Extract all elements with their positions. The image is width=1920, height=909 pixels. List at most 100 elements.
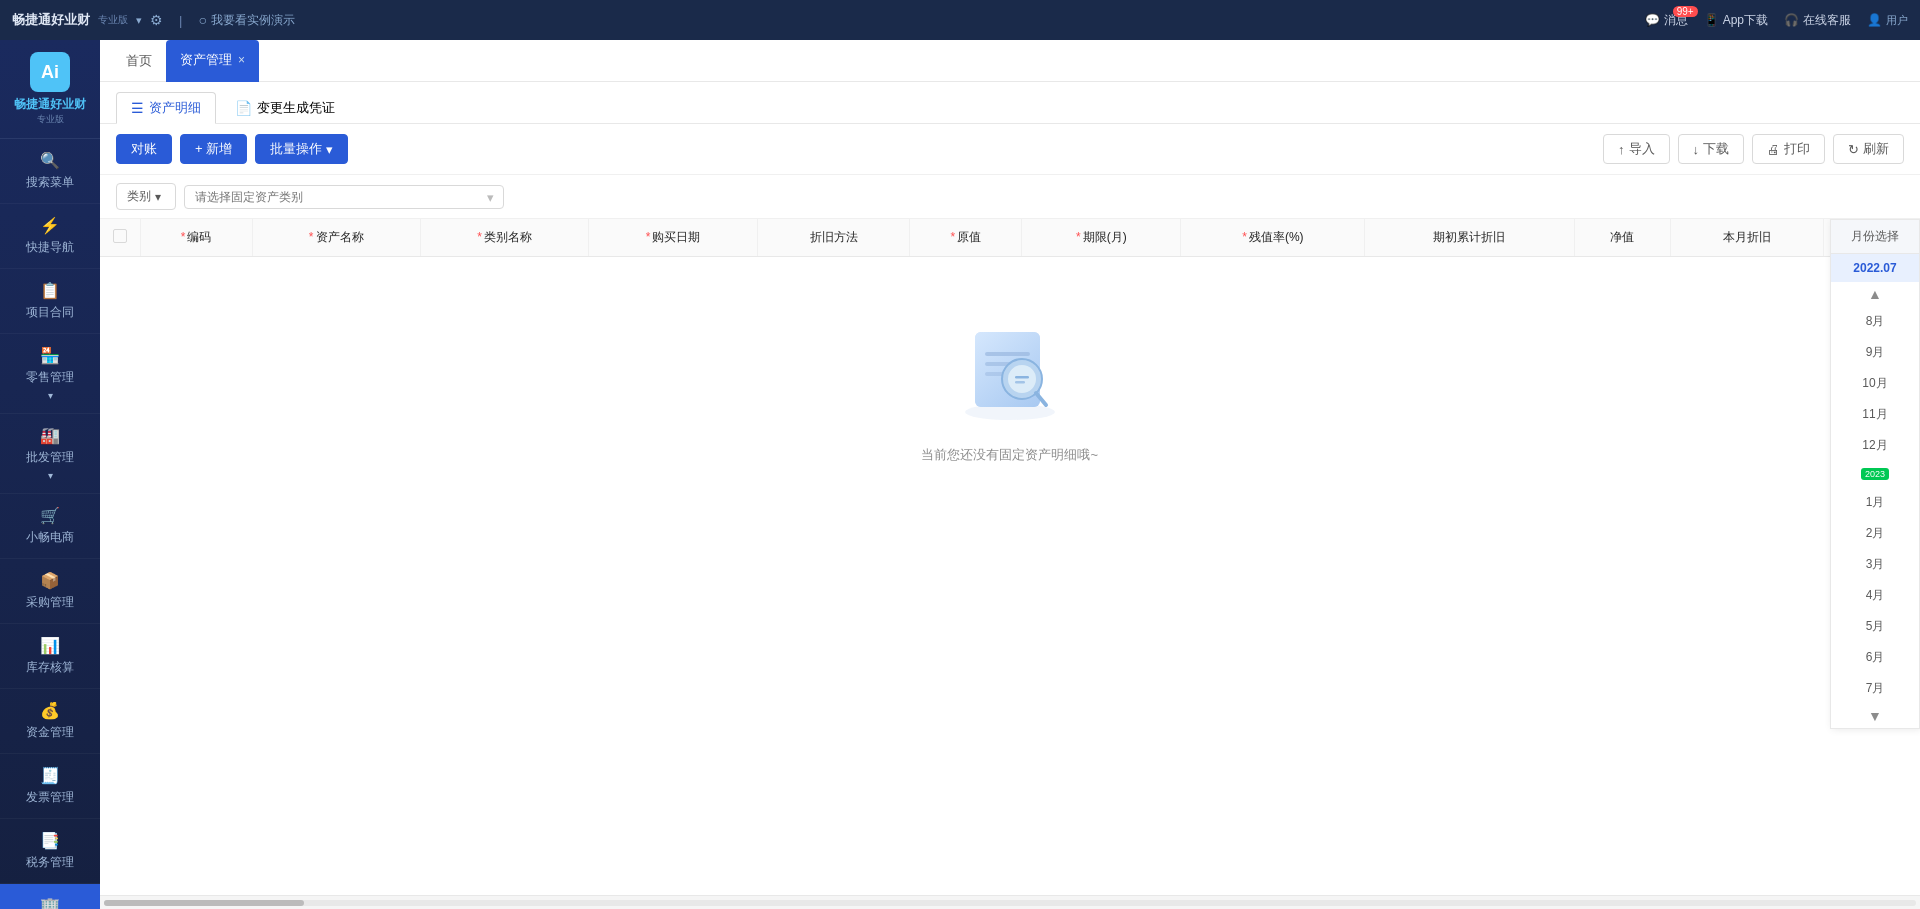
sidebar-item-project[interactable]: 📋 项目合同 xyxy=(0,269,100,334)
batch-ops-button[interactable]: 批量操作 ▾ xyxy=(255,134,348,164)
sidebar-item-tax[interactable]: 📑 税务管理 xyxy=(0,819,100,884)
tab-home-label: 首页 xyxy=(126,52,152,70)
sidebar-item-inventory[interactable]: 📊 库存核算 xyxy=(0,624,100,689)
sidebar-item-invoice[interactable]: 🧾 发票管理 xyxy=(0,754,100,819)
purchase-icon: 📦 xyxy=(40,571,60,590)
demo-link[interactable]: ○ 我要看实例演示 xyxy=(198,12,294,29)
month-item-8[interactable]: 8月 xyxy=(1831,306,1919,337)
month-item-3[interactable]: 3月 xyxy=(1831,549,1919,580)
category-filter-type[interactable]: 类别 ▾ xyxy=(116,183,176,210)
month-picker-header: 月份选择 xyxy=(1831,220,1919,254)
sub-tab-change-voucher[interactable]: 📄 变更生成凭证 xyxy=(220,92,350,123)
col-net-val-label: 净值 xyxy=(1610,230,1634,244)
online-service-button[interactable]: 🎧 在线客服 xyxy=(1784,12,1851,29)
sidebar-item-purchase[interactable]: 📦 采购管理 xyxy=(0,559,100,624)
month-scroll-up-button[interactable]: ▲ xyxy=(1831,282,1919,306)
wholesale-arrow-icon: ▾ xyxy=(48,470,53,481)
app-download-label: App下载 xyxy=(1723,12,1768,29)
month-picker-panel: 月份选择 2022.07 ▲ 8月 9月 10月 11月 12月 2023 1月… xyxy=(1830,219,1920,729)
month-item-year-badge: 2023 xyxy=(1831,461,1919,487)
change-voucher-label: 变更生成凭证 xyxy=(257,99,335,117)
sidebar-item-finance[interactable]: 💰 资金管理 xyxy=(0,689,100,754)
month-item-2[interactable]: 2月 xyxy=(1831,518,1919,549)
invoice-label: 发票管理 xyxy=(26,789,74,806)
top-bar-right: 💬 消息 99+ 📱 App下载 🎧 在线客服 👤 用户 xyxy=(1645,12,1908,29)
user-icon: 👤 xyxy=(1867,13,1882,27)
print-button[interactable]: 🖨 打印 xyxy=(1752,134,1825,164)
col-code-label: 编码 xyxy=(187,230,211,244)
tax-label: 税务管理 xyxy=(26,854,74,871)
filter-type-arrow: ▾ xyxy=(155,190,161,204)
svg-rect-10 xyxy=(1015,381,1025,384)
sub-tab-asset-detail[interactable]: ☰ 资产明细 xyxy=(116,92,216,124)
retail-arrow-icon: ▾ xyxy=(48,390,53,401)
tab-asset-mgmt[interactable]: 资产管理 × xyxy=(166,40,259,82)
tab-home[interactable]: 首页 xyxy=(112,40,166,82)
sidebar-item-retail[interactable]: 🏪 零售管理 ▾ xyxy=(0,334,100,414)
month-item-10[interactable]: 10月 xyxy=(1831,368,1919,399)
search-menu-label: 搜索菜单 xyxy=(26,174,74,191)
inventory-icon: 📊 xyxy=(40,636,60,655)
main-content: *编码 *资产名称 *类别名称 *购买日期 折旧方法 *原值 *期限(月) *残… xyxy=(100,219,1920,909)
settings-icon[interactable]: ⚙ xyxy=(150,12,163,28)
retail-label: 零售管理 xyxy=(26,369,74,386)
download-button[interactable]: ↓ 下载 xyxy=(1678,134,1745,164)
tax-icon: 📑 xyxy=(40,831,60,850)
sidebar-item-search[interactable]: 🔍 搜索菜单 xyxy=(0,139,100,204)
svg-rect-9 xyxy=(1015,376,1029,379)
filter-type-label: 类别 xyxy=(127,188,151,205)
tab-bar: 首页 资产管理 × xyxy=(100,40,1920,82)
sidebar-item-ecommerce[interactable]: 🛒 小畅电商 xyxy=(0,494,100,559)
sidebar-item-wholesale[interactable]: 🏭 批发管理 ▾ xyxy=(0,414,100,494)
reconcile-button[interactable]: 对账 xyxy=(116,134,172,164)
app-icon: 📱 xyxy=(1704,13,1719,27)
month-item-6[interactable]: 6月 xyxy=(1831,642,1919,673)
sidebar-logo: Ai 畅捷通好业财 专业版 xyxy=(0,40,100,139)
month-item-1[interactable]: 1月 xyxy=(1831,487,1919,518)
company-dropdown-icon[interactable]: ▾ xyxy=(136,14,142,27)
finance-label: 资金管理 xyxy=(26,724,74,741)
user-avatar[interactable]: 👤 用户 xyxy=(1867,13,1908,28)
table-header-checkbox[interactable] xyxy=(100,219,140,257)
app-download-button[interactable]: 📱 App下载 xyxy=(1704,12,1768,29)
empty-message: 当前您还没有固定资产明细哦~ xyxy=(921,446,1098,464)
demo-icon: ○ xyxy=(198,12,206,28)
company-logo-text: 畅捷通好业财 xyxy=(12,11,90,29)
add-new-button[interactable]: + 新增 xyxy=(180,134,247,164)
project-icon: 📋 xyxy=(40,281,60,300)
messages-button[interactable]: 💬 消息 99+ xyxy=(1645,12,1688,29)
svg-point-7 xyxy=(1008,365,1036,393)
import-button[interactable]: ↑ 导入 xyxy=(1603,134,1670,164)
sidebar: Ai 畅捷通好业财 专业版 🔍 搜索菜单 ⚡ 快捷导航 📋 项目合同 🏪 零售管… xyxy=(0,40,100,909)
col-category-label: 类别名称 xyxy=(484,230,532,244)
month-item-4[interactable]: 4月 xyxy=(1831,580,1919,611)
month-item-11[interactable]: 11月 xyxy=(1831,399,1919,430)
assets-icon: 🏢 xyxy=(40,896,60,909)
month-scroll-down-button[interactable]: ▼ xyxy=(1831,704,1919,728)
category-filter-input[interactable] xyxy=(184,185,504,209)
refresh-button[interactable]: ↻ 刷新 xyxy=(1833,134,1904,164)
month-item-12[interactable]: 12月 xyxy=(1831,430,1919,461)
app-name-sidebar: 畅捷通好业财 xyxy=(8,96,92,113)
tab-close-icon[interactable]: × xyxy=(238,53,245,67)
print-icon: 🖨 xyxy=(1767,142,1780,157)
empty-icon xyxy=(950,317,1070,430)
bottom-scrollbar[interactable] xyxy=(100,895,1920,909)
select-all-checkbox[interactable] xyxy=(113,229,127,243)
asset-detail-icon: ☰ xyxy=(131,100,144,116)
ecommerce-icon: 🛒 xyxy=(40,506,60,525)
edition-label: 专业版 xyxy=(98,13,128,27)
refresh-label: 刷新 xyxy=(1863,140,1889,158)
selected-month-display[interactable]: 2022.07 xyxy=(1831,254,1919,282)
ai-logo: Ai xyxy=(30,52,70,92)
content-area: 首页 资产管理 × ☰ 资产明细 📄 变更生成凭证 xyxy=(100,40,1920,909)
download-icon: ↓ xyxy=(1693,142,1700,157)
sidebar-item-quicknav[interactable]: ⚡ 快捷导航 xyxy=(0,204,100,269)
download-label: 下载 xyxy=(1703,140,1729,158)
table-container[interactable]: *编码 *资产名称 *类别名称 *购买日期 折旧方法 *原值 *期限(月) *残… xyxy=(100,219,1920,895)
col-name: *资产名称 xyxy=(252,219,420,257)
sidebar-item-fixed-assets[interactable]: 🏢 固定资产 xyxy=(0,884,100,909)
month-item-5[interactable]: 5月 xyxy=(1831,611,1919,642)
month-item-7[interactable]: 7月 xyxy=(1831,673,1919,704)
month-item-9[interactable]: 9月 xyxy=(1831,337,1919,368)
